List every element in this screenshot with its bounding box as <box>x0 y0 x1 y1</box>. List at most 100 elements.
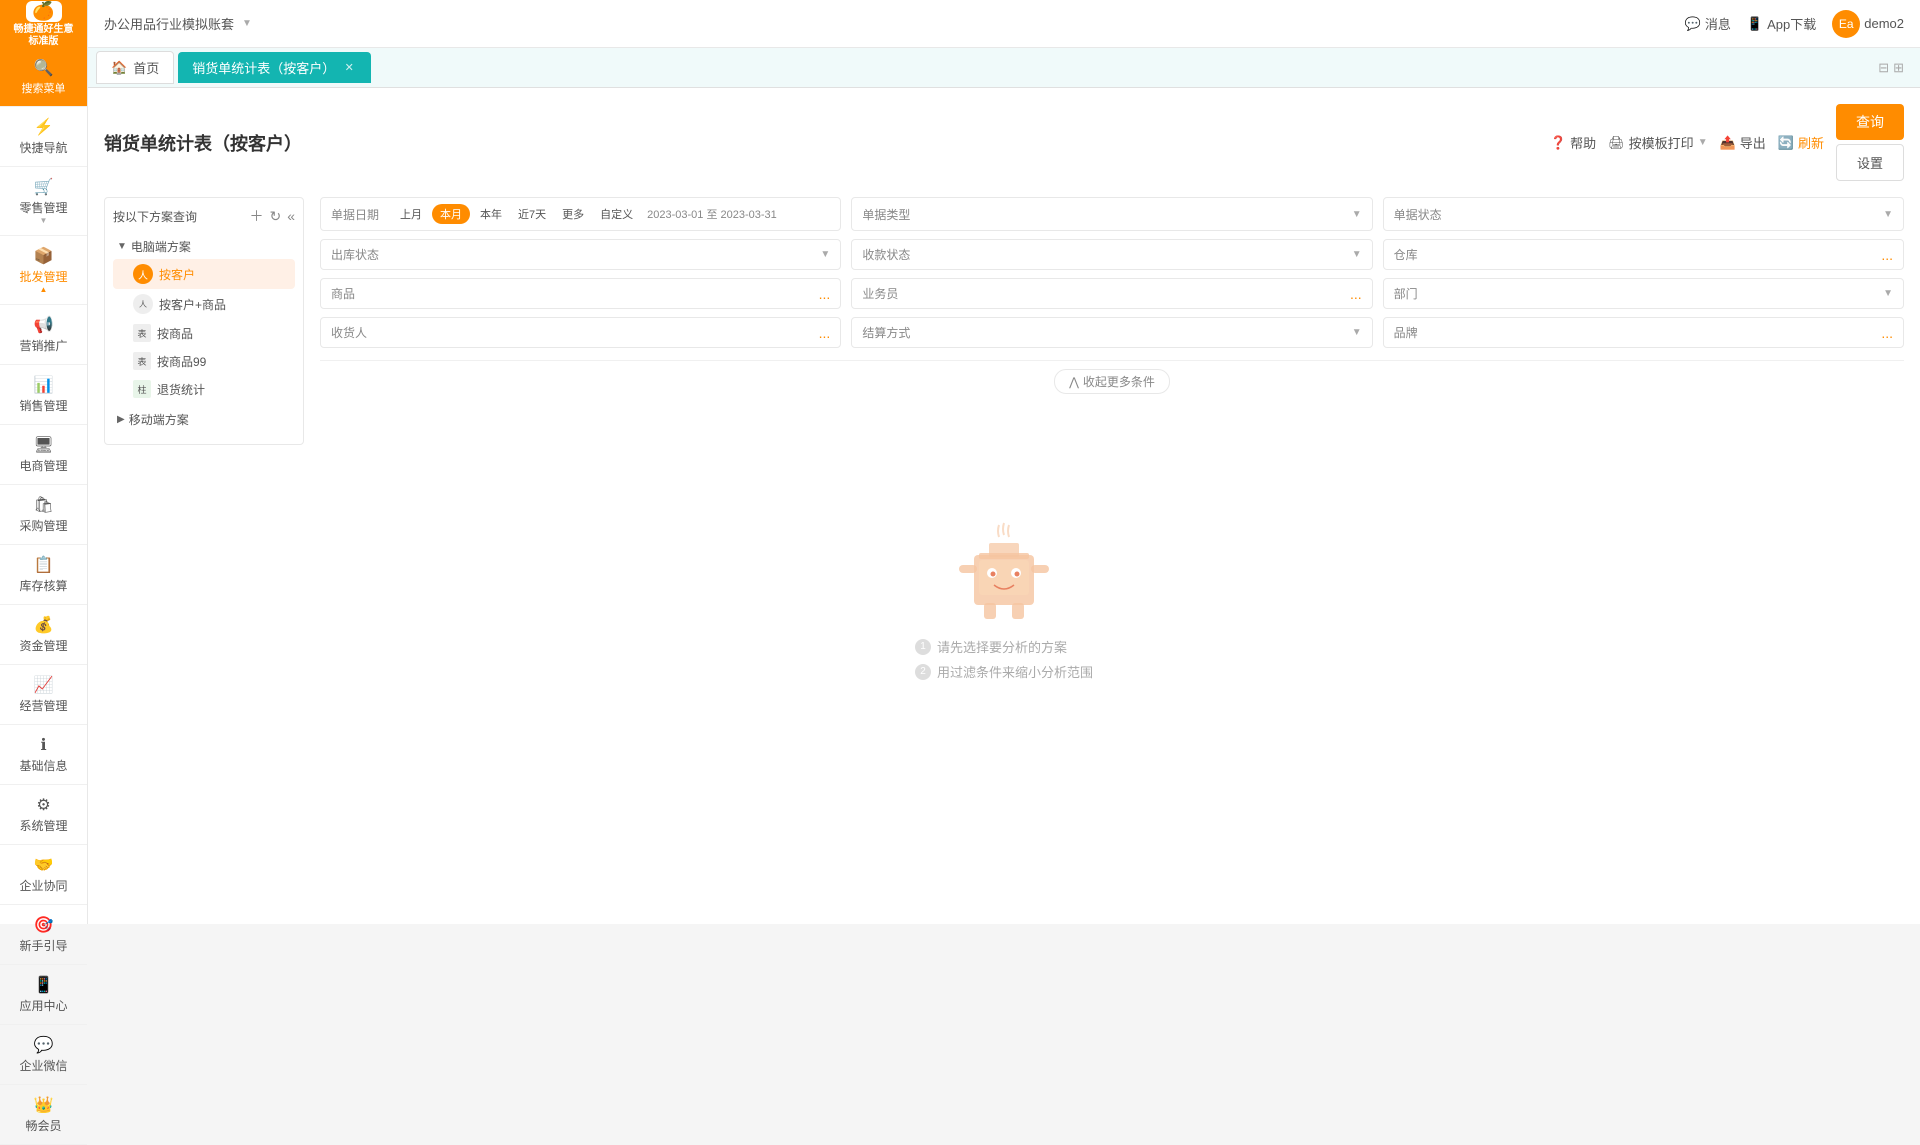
sidebar-label-member: 畅会员 <box>25 1117 61 1134</box>
sidebar-item-operation[interactable]: 📈 经营管理 <box>0 665 87 725</box>
dt-custom[interactable]: 自定义 <box>594 204 639 224</box>
out-status-arrow[interactable]: ▼ <box>820 249 830 260</box>
sales-icon: 📊 <box>34 375 54 395</box>
goods-dots[interactable]: ... <box>819 286 831 302</box>
main-area: 办公用品行业模拟账套 ▼ 💬 消息 📱 App下载 Ea demo2 🏠 首页 <box>88 0 1920 924</box>
dt-this-year[interactable]: 本年 <box>474 204 508 224</box>
print-label: 按模板打印 <box>1629 133 1694 152</box>
warehouse-dots[interactable]: ... <box>1881 247 1893 263</box>
tab-home[interactable]: 🏠 首页 <box>96 51 174 84</box>
help-btn[interactable]: ❓ 帮助 <box>1550 133 1596 152</box>
export-icon: 📤 <box>1720 135 1736 151</box>
page-title-bar: 销货单统计表（按客户） ❓ 帮助 🖨 按模板打印 ▼ 📤 导出 🔄 刷新 <box>104 104 1904 181</box>
sidebar-label-inventory: 库存核算 <box>19 577 67 594</box>
settlement-label: 结算方式 <box>862 324 917 341</box>
filter-rows: 单据日期 上月 本月 本年 近7天 更多 自定义 20 <box>320 197 1904 348</box>
scheme-item-by-goods-99[interactable]: 表 按商品99 <box>113 347 295 375</box>
sidebar-item-shortcut[interactable]: ⚡ 快捷导航 <box>0 107 87 167</box>
filter-recipient: 收货人 ... <box>320 317 841 348</box>
scheme-desktop-group: ▼ 电脑端方案 人 按客户 人 按客户+商品 表 按商品 <box>113 234 295 403</box>
scheme-refresh-icon[interactable]: ↻ <box>269 208 281 225</box>
scheme-header-icons: ＋ ↻ « <box>249 206 295 226</box>
app-download-btn[interactable]: 📱 App下载 <box>1747 14 1816 33</box>
dt-this-month[interactable]: 本月 <box>432 204 470 224</box>
collapse-button[interactable]: ⋀ 收起更多条件 <box>1054 369 1170 394</box>
sidebar-label-retail: 零售管理 <box>19 199 67 216</box>
collapse-label: 收起更多条件 <box>1083 373 1155 390</box>
sidebar-item-retail[interactable]: 🛒 零售管理 ▼ <box>0 167 87 236</box>
sidebar-item-enterprise[interactable]: 🤝 企业协同 <box>0 845 87 905</box>
sidebar-item-appstore[interactable]: 📱 应用中心 <box>0 965 87 1025</box>
export-btn[interactable]: 📤 导出 <box>1720 133 1766 152</box>
sidebar-item-sales[interactable]: 📊 销售管理 <box>0 365 87 425</box>
brand-dots[interactable]: ... <box>1881 325 1893 341</box>
tab-maximize-icon[interactable]: ⊞ <box>1893 60 1904 76</box>
home-icon: 🏠 <box>111 60 127 76</box>
scheme-collapse-icon[interactable]: « <box>287 208 295 224</box>
refresh-icon: 🔄 <box>1778 135 1794 151</box>
dept-arrow[interactable]: ▼ <box>1883 288 1893 299</box>
sidebar-item-basic[interactable]: ℹ 基础信息 <box>0 725 87 785</box>
message-btn[interactable]: 💬 消息 <box>1685 14 1731 33</box>
sidebar-item-inventory[interactable]: 📋 库存核算 <box>0 545 87 605</box>
sidebar-item-ecommerce[interactable]: 🖥 电商管理 <box>0 425 87 485</box>
tab-close-button[interactable]: ✕ <box>341 60 357 76</box>
sidebar: 🍊 畅捷通好生意 标准版 🔍 搜索菜单 ⚡ 快捷导航 🛒 零售管理 ▼ 📦 批发… <box>0 0 88 924</box>
print-dropdown-arrow[interactable]: ▼ <box>1698 137 1708 148</box>
empty-tip-1: 1 请先选择要分析的方案 <box>915 637 1093 656</box>
empty-state: 1 请先选择要分析的方案 2 用过滤条件来缩小分析范围 <box>104 445 1904 741</box>
print-btn[interactable]: 🖨 按模板打印 ▼ <box>1608 133 1707 152</box>
scheme-item-by-customer[interactable]: 人 按客户 <box>113 259 295 289</box>
scheme-panel: 按以下方案查询 ＋ ↻ « ▼ 电脑端方案 人 按客户 <box>104 197 304 445</box>
inventory-icon: 📋 <box>34 555 54 575</box>
refresh-btn[interactable]: 🔄 刷新 <box>1778 133 1824 152</box>
sidebar-label-guide: 新手引导 <box>19 937 67 954</box>
tip-num-2: 2 <box>915 664 931 680</box>
help-label: 帮助 <box>1570 133 1596 152</box>
by-customer-goods-icon: 人 <box>133 294 153 314</box>
tab-sales-stat[interactable]: 销货单统计表（按客户） ✕ <box>178 52 371 83</box>
user-info[interactable]: Ea demo2 <box>1832 10 1904 38</box>
ecommerce-icon: 🖥 <box>33 435 53 455</box>
sidebar-item-guide[interactable]: 🎯 新手引导 <box>0 905 87 965</box>
brand-label: 品牌 <box>1394 324 1449 341</box>
setting-button[interactable]: 设置 <box>1836 144 1904 181</box>
sidebar-item-member[interactable]: 👑 畅会员 <box>0 1085 87 1145</box>
doc-status-arrow[interactable]: ▼ <box>1883 209 1893 220</box>
scheme-mobile-header[interactable]: ▶ 移动端方案 <box>113 407 295 432</box>
doc-type-field-arrow[interactable]: ▼ <box>1352 209 1362 220</box>
dt-more[interactable]: 更多 <box>556 204 590 224</box>
sidebar-item-wholesale[interactable]: 📦 批发管理 ▲ <box>0 236 87 305</box>
filter-goods: 商品 ... <box>320 278 841 309</box>
filter-layout: 按以下方案查询 ＋ ↻ « ▼ 电脑端方案 人 按客户 <box>104 197 1904 445</box>
sidebar-item-search[interactable]: 🔍 搜索菜单 <box>0 48 87 107</box>
dt-last-month[interactable]: 上月 <box>394 204 428 224</box>
sidebar-item-system[interactable]: ⚙ 系统管理 <box>0 785 87 845</box>
sidebar-item-purchase[interactable]: 🛍 采购管理 <box>0 485 87 545</box>
scheme-item-by-customer-goods[interactable]: 人 按客户+商品 <box>113 289 295 319</box>
settlement-arrow[interactable]: ▼ <box>1352 327 1362 338</box>
scheme-desktop-label: 电脑端方案 <box>131 238 191 255</box>
sidebar-label-finance: 资金管理 <box>19 637 67 654</box>
tab-minimize-icon[interactable]: ⊟ <box>1878 60 1889 76</box>
salesman-dots[interactable]: ... <box>1350 286 1362 302</box>
scheme-item-return-stat[interactable]: 柱 退货统计 <box>113 375 295 403</box>
sidebar-label-system: 系统管理 <box>19 817 67 834</box>
payment-status-arrow[interactable]: ▼ <box>1352 249 1362 260</box>
recipient-dots[interactable]: ... <box>819 325 831 341</box>
scheme-desktop-header[interactable]: ▼ 电脑端方案 <box>113 234 295 259</box>
scheme-header: 按以下方案查询 ＋ ↻ « <box>113 206 295 226</box>
sidebar-label-marketing: 营销推广 <box>19 337 67 354</box>
sidebar-item-finance[interactable]: 💰 资金管理 <box>0 605 87 665</box>
message-label: 消息 <box>1705 14 1731 33</box>
retail-arrow: ▼ <box>40 216 48 225</box>
by-goods-icon: 表 <box>133 324 151 342</box>
scheme-add-icon[interactable]: ＋ <box>249 206 263 226</box>
sidebar-item-marketing[interactable]: 📢 营销推广 <box>0 305 87 365</box>
query-button[interactable]: 查询 <box>1836 104 1904 140</box>
sidebar-item-wechat[interactable]: 💬 企业微信 <box>0 1025 87 1085</box>
scheme-item-by-goods[interactable]: 表 按商品 <box>113 319 295 347</box>
dt-7days[interactable]: 近7天 <box>512 204 552 224</box>
dropdown-arrow-header[interactable]: ▼ <box>242 18 252 29</box>
shortcut-icon: ⚡ <box>34 117 54 137</box>
